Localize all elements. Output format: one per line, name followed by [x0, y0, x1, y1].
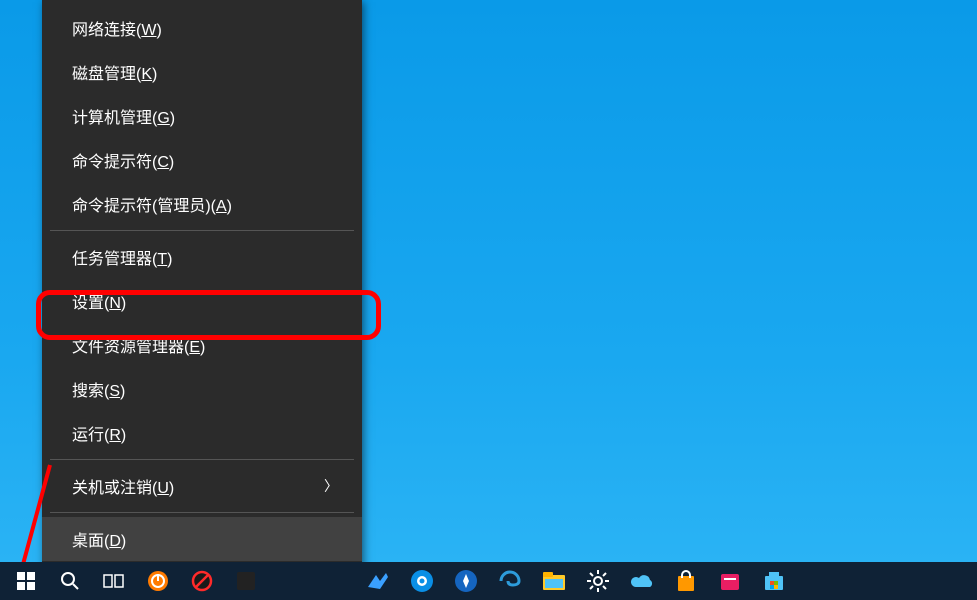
start-button-icon[interactable]	[4, 562, 48, 600]
menu-item-label: 搜索(S)	[72, 377, 125, 401]
compass-browser-icon[interactable]	[444, 562, 488, 600]
menu-item-file-explorer[interactable]: 文件资源管理器(E)	[42, 323, 362, 367]
menu-item-label: 运行(R)	[72, 421, 126, 445]
store-icon[interactable]	[752, 562, 796, 600]
cloud-app-icon[interactable]	[620, 562, 664, 600]
menu-item-run[interactable]: 运行(R)	[42, 411, 362, 455]
prohibit-icon[interactable]	[180, 562, 224, 600]
menu-separator	[50, 230, 354, 231]
menu-item-label: 命令提示符(C)	[72, 148, 174, 172]
menu-item-label: 关机或注销(U)	[72, 474, 174, 498]
menu-item-command-prompt[interactable]: 命令提示符(C)	[42, 138, 362, 182]
menu-item-label: 计算机管理(G)	[72, 104, 175, 128]
menu-item-label: 桌面(D)	[72, 527, 126, 551]
pink-app-icon[interactable]	[708, 562, 752, 600]
menu-item-desktop[interactable]: 桌面(D)	[42, 517, 362, 561]
menu-item-label: 文件资源管理器(E)	[72, 333, 205, 357]
menu-item-label: 任务管理器(T)	[72, 245, 172, 269]
menu-item-network-connections[interactable]: 网络连接(W)	[42, 6, 362, 50]
qq-browser-icon[interactable]	[400, 562, 444, 600]
menu-item-disk-management[interactable]: 磁盘管理(K)	[42, 50, 362, 94]
menu-item-label: 网络连接(W)	[72, 16, 162, 40]
shopping-bag-icon[interactable]	[664, 562, 708, 600]
menu-item-label: 设置(N)	[72, 289, 126, 313]
taskview-icon[interactable]	[92, 562, 136, 600]
app-icon[interactable]	[224, 562, 268, 600]
bird-app-icon[interactable]	[356, 562, 400, 600]
winx-context-menu: 网络连接(W) 磁盘管理(K) 计算机管理(G) 命令提示符(C) 命令提示符(…	[42, 0, 362, 567]
power-orange-icon[interactable]	[136, 562, 180, 600]
menu-item-shutdown-signout[interactable]: 关机或注销(U) 〉	[42, 464, 362, 508]
menu-item-settings[interactable]: 设置(N)	[42, 279, 362, 323]
settings-gear-icon[interactable]	[576, 562, 620, 600]
menu-item-command-prompt-admin[interactable]: 命令提示符(管理员)(A)	[42, 182, 362, 226]
file-explorer-icon[interactable]	[532, 562, 576, 600]
menu-separator	[50, 459, 354, 460]
menu-item-computer-management[interactable]: 计算机管理(G)	[42, 94, 362, 138]
taskbar	[0, 562, 977, 600]
menu-item-label: 命令提示符(管理员)(A)	[72, 192, 232, 216]
menu-item-label: 磁盘管理(K)	[72, 60, 157, 84]
menu-separator	[50, 512, 354, 513]
edge-browser-icon[interactable]	[488, 562, 532, 600]
menu-item-task-manager[interactable]: 任务管理器(T)	[42, 235, 362, 279]
search-icon[interactable]	[48, 562, 92, 600]
menu-item-search[interactable]: 搜索(S)	[42, 367, 362, 411]
chevron-right-icon: 〉	[324, 476, 338, 496]
